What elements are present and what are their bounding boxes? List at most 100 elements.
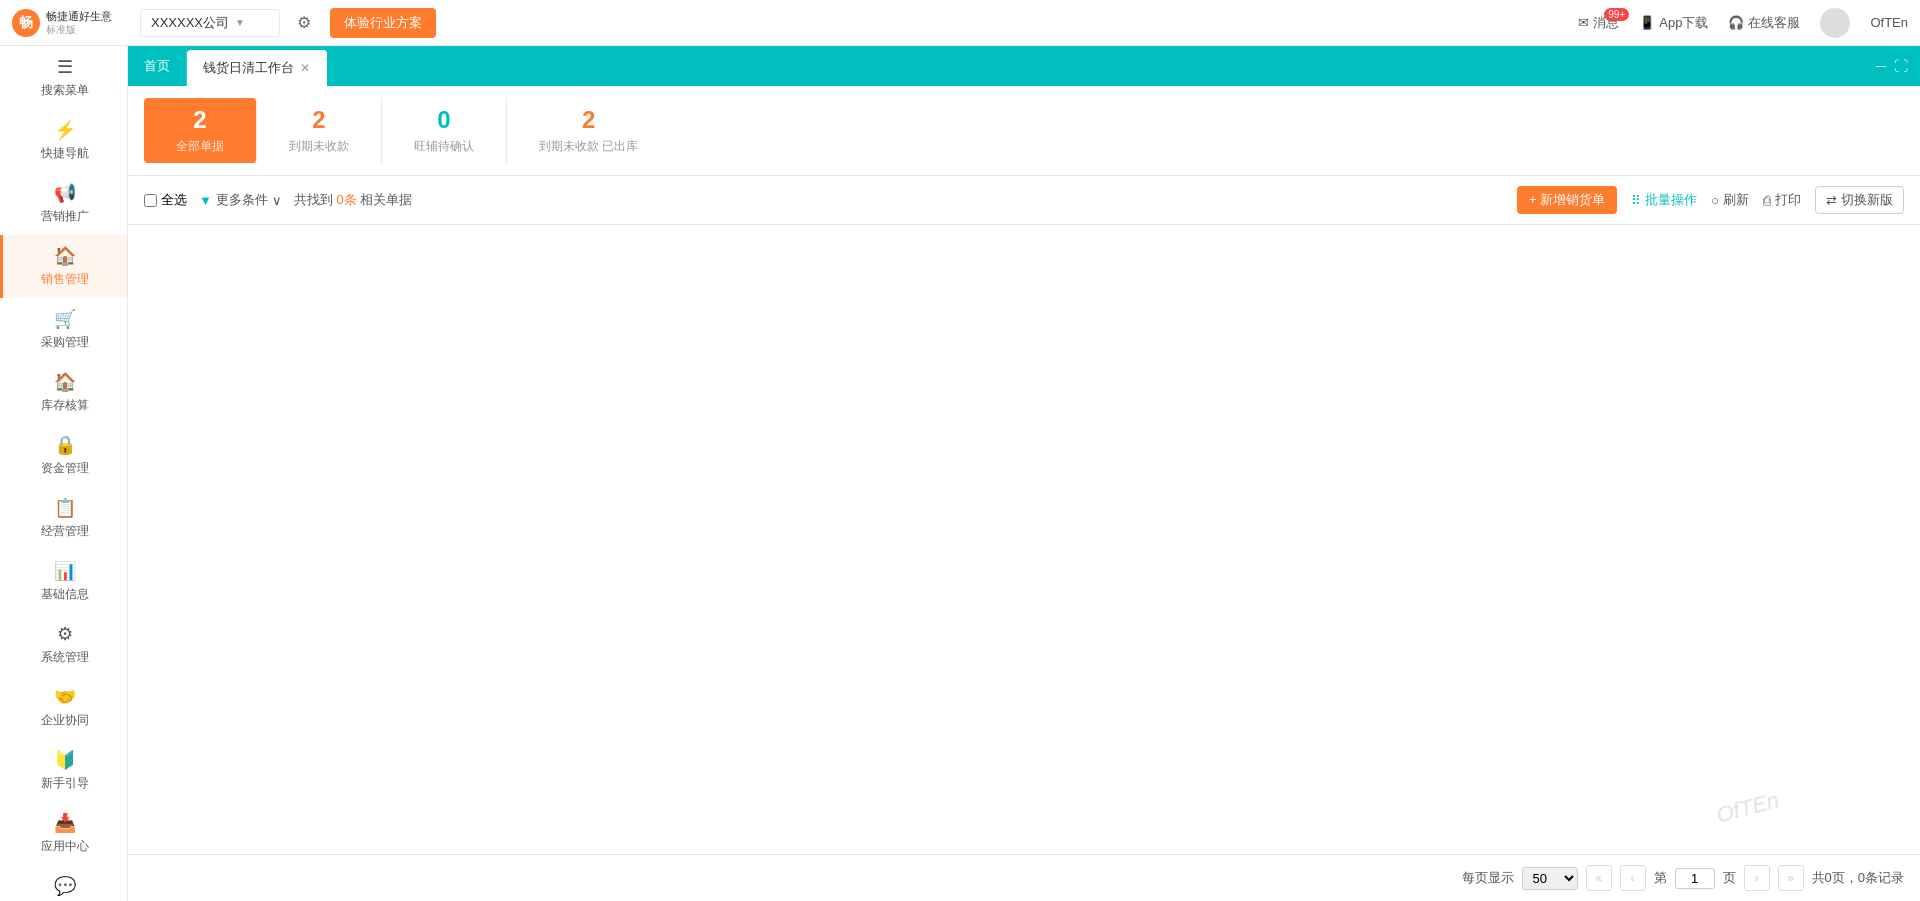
app-download-button[interactable]: 📱 App下载 xyxy=(1639,14,1708,32)
next-page-button[interactable]: › xyxy=(1744,865,1770,891)
messages-button[interactable]: ✉ 消息 99+ xyxy=(1578,14,1619,32)
app-icon: 📱 xyxy=(1639,15,1655,30)
sidebar-item-finance[interactable]: 🔒 资金管理 xyxy=(0,424,127,487)
batch-operation-button[interactable]: ⠿ 批量操作 xyxy=(1631,191,1697,209)
page-suffix: 页 xyxy=(1723,869,1736,887)
company-selector[interactable]: XXXXXX公司 ▼ xyxy=(140,9,280,37)
found-text: 共找到 0条 相关单据 xyxy=(294,191,412,209)
batch-icon: ⠿ xyxy=(1631,193,1641,208)
sidebar-item-app-center[interactable]: 📥 应用中心 xyxy=(0,802,127,865)
stat-pending-label: 旺辅待确认 xyxy=(414,138,474,155)
stats-row: 2 全部单据 2 到期未收款 0 旺辅待确认 2 到期未收款 已出库 xyxy=(128,86,1920,176)
prev-page-button[interactable]: ‹ xyxy=(1620,865,1646,891)
add-sales-button[interactable]: + 新增销货单 xyxy=(1517,186,1617,214)
house-icon: 🏠 xyxy=(54,245,76,267)
megaphone-icon: 📢 xyxy=(54,182,76,204)
avatar[interactable] xyxy=(1820,8,1850,38)
main-content: 首页 钱货日清工作台 ✕ ─ ⛶ 2 全部单据 2 到期未收款 xyxy=(128,46,1920,901)
logo-text: 畅捷通好生意 标准版 xyxy=(46,9,112,36)
sidebar-item-inventory[interactable]: 🏠 库存核算 xyxy=(0,361,127,424)
sidebar-item-wechat[interactable]: 💬 企业微信 xyxy=(0,865,127,901)
tab-close-icon[interactable]: ✕ xyxy=(300,61,310,75)
sidebar-item-cooperation[interactable]: 🤝 企业协同 xyxy=(0,676,127,739)
download-icon: 📥 xyxy=(54,812,76,834)
wechat-icon: 💬 xyxy=(54,875,76,897)
stat-overdue-label: 到期未收款 xyxy=(289,138,349,155)
sidebar-item-guide[interactable]: 🔰 新手引导 xyxy=(0,739,127,802)
refresh-button[interactable]: ○ 刷新 xyxy=(1711,191,1749,209)
sidebar-item-purchase[interactable]: 🛒 采购管理 xyxy=(0,298,127,361)
switch-version-button[interactable]: ⇄ 切换新版 xyxy=(1815,186,1904,214)
sidebar-item-system[interactable]: ⚙ 系统管理 xyxy=(0,613,127,676)
company-name: XXXXXX公司 xyxy=(151,14,229,32)
first-page-button[interactable]: « xyxy=(1586,865,1612,891)
settings-button[interactable]: ⚙ xyxy=(288,7,320,39)
gear-icon: ⚙ xyxy=(57,623,73,645)
guide-icon: 🔰 xyxy=(54,749,76,771)
user-name: OfTEn xyxy=(1870,15,1908,30)
tab-bar-actions: ─ ⛶ xyxy=(1876,58,1920,74)
select-all-area[interactable]: 全选 xyxy=(144,191,187,209)
chevron-down-icon: ▼ xyxy=(235,17,245,28)
main-layout: ☰ 搜索菜单 ⚡ 快捷导航 📢 营销推广 🏠 销售管理 🛒 采购管理 🏠 库存核… xyxy=(0,46,1920,901)
found-count: 0条 xyxy=(337,192,357,207)
stat-overdue-out-number: 2 xyxy=(582,106,595,134)
sidebar-item-marketing[interactable]: 📢 营销推广 xyxy=(0,172,127,235)
filter-icon: ▼ xyxy=(199,193,212,208)
logo-icon: 畅 xyxy=(12,9,40,37)
stat-overdue-out-label: 到期未收款 已出库 xyxy=(539,138,638,155)
lock-icon: 🔒 xyxy=(54,434,76,456)
minimize-icon[interactable]: ─ xyxy=(1876,58,1886,74)
total-records: 共0页，0条记录 xyxy=(1812,869,1904,887)
stat-overdue-out[interactable]: 2 到期未收款 已出库 xyxy=(507,98,670,163)
page-label: 第 xyxy=(1654,869,1667,887)
message-icon: ✉ xyxy=(1578,15,1589,30)
sidebar: ☰ 搜索菜单 ⚡ 快捷导航 📢 营销推广 🏠 销售管理 🛒 采购管理 🏠 库存核… xyxy=(0,46,128,901)
stat-all-number: 2 xyxy=(193,106,206,134)
top-header: 畅 畅捷通好生意 标准版 XXXXXX公司 ▼ ⚙ 体验行业方案 ✉ 消息 99… xyxy=(0,0,1920,46)
stat-all-label: 全部单据 xyxy=(176,138,224,155)
print-icon: ⎙ xyxy=(1763,193,1771,208)
content-area: 2 全部单据 2 到期未收款 0 旺辅待确认 2 到期未收款 已出库 xyxy=(128,86,1920,901)
pagination-bar: 每页显示 50 20 100 « ‹ 第 页 › » 共0页，0条记录 xyxy=(128,854,1920,901)
tab-home[interactable]: 首页 xyxy=(128,46,187,86)
per-page-label: 每页显示 xyxy=(1462,869,1514,887)
toolbar-right: + 新增销货单 ⠿ 批量操作 ○ 刷新 ⎙ 打印 ⇄ xyxy=(1517,186,1904,214)
inventory-icon: 🏠 xyxy=(54,371,76,393)
toolbar: 全选 ▼ 更多条件 ∨ 共找到 0条 相关单据 + 新增销货单 ⠿ 批量操作 xyxy=(128,176,1920,225)
sidebar-item-search-menu[interactable]: ☰ 搜索菜单 xyxy=(0,46,127,109)
clipboard-icon: 📋 xyxy=(54,497,76,519)
stat-pending[interactable]: 0 旺辅待确认 xyxy=(382,98,507,163)
select-all-checkbox[interactable] xyxy=(144,194,157,207)
refresh-icon: ○ xyxy=(1711,193,1719,208)
sidebar-item-operations[interactable]: 📋 经营管理 xyxy=(0,487,127,550)
cart-icon: 🛒 xyxy=(54,308,76,330)
logo-area: 畅 畅捷通好生意 标准版 xyxy=(12,9,140,37)
handshake-icon: 🤝 xyxy=(54,686,76,708)
switch-icon: ⇄ xyxy=(1826,193,1837,208)
tab-cash-flow[interactable]: 钱货日清工作台 ✕ xyxy=(187,50,327,86)
database-icon: 📊 xyxy=(54,560,76,582)
filter-button[interactable]: ▼ 更多条件 ∨ xyxy=(199,191,282,209)
per-page-select[interactable]: 50 20 100 xyxy=(1522,867,1578,890)
maximize-icon[interactable]: ⛶ xyxy=(1894,58,1908,74)
table-area xyxy=(128,225,1920,854)
last-page-button[interactable]: » xyxy=(1778,865,1804,891)
print-button[interactable]: ⎙ 打印 xyxy=(1763,191,1801,209)
stat-overdue[interactable]: 2 到期未收款 xyxy=(257,98,382,163)
tab-bar: 首页 钱货日清工作台 ✕ ─ ⛶ xyxy=(128,46,1920,86)
sidebar-item-base-info[interactable]: 📊 基础信息 xyxy=(0,550,127,613)
stat-pending-number: 0 xyxy=(437,106,450,134)
sidebar-item-sales[interactable]: 🏠 销售管理 xyxy=(0,235,127,298)
trial-button[interactable]: 体验行业方案 xyxy=(330,8,436,38)
online-service-button[interactable]: 🎧 在线客服 xyxy=(1728,14,1800,32)
lightning-icon: ⚡ xyxy=(54,119,76,141)
sidebar-item-quick-nav[interactable]: ⚡ 快捷导航 xyxy=(0,109,127,172)
chevron-icon: ∨ xyxy=(272,193,282,208)
stat-all[interactable]: 2 全部单据 xyxy=(144,98,257,163)
menu-icon: ☰ xyxy=(57,56,73,78)
header-right: ✉ 消息 99+ 📱 App下载 🎧 在线客服 OfTEn xyxy=(1578,8,1908,38)
page-input[interactable] xyxy=(1675,868,1715,889)
headset-icon: 🎧 xyxy=(1728,15,1744,30)
stat-overdue-number: 2 xyxy=(312,106,325,134)
